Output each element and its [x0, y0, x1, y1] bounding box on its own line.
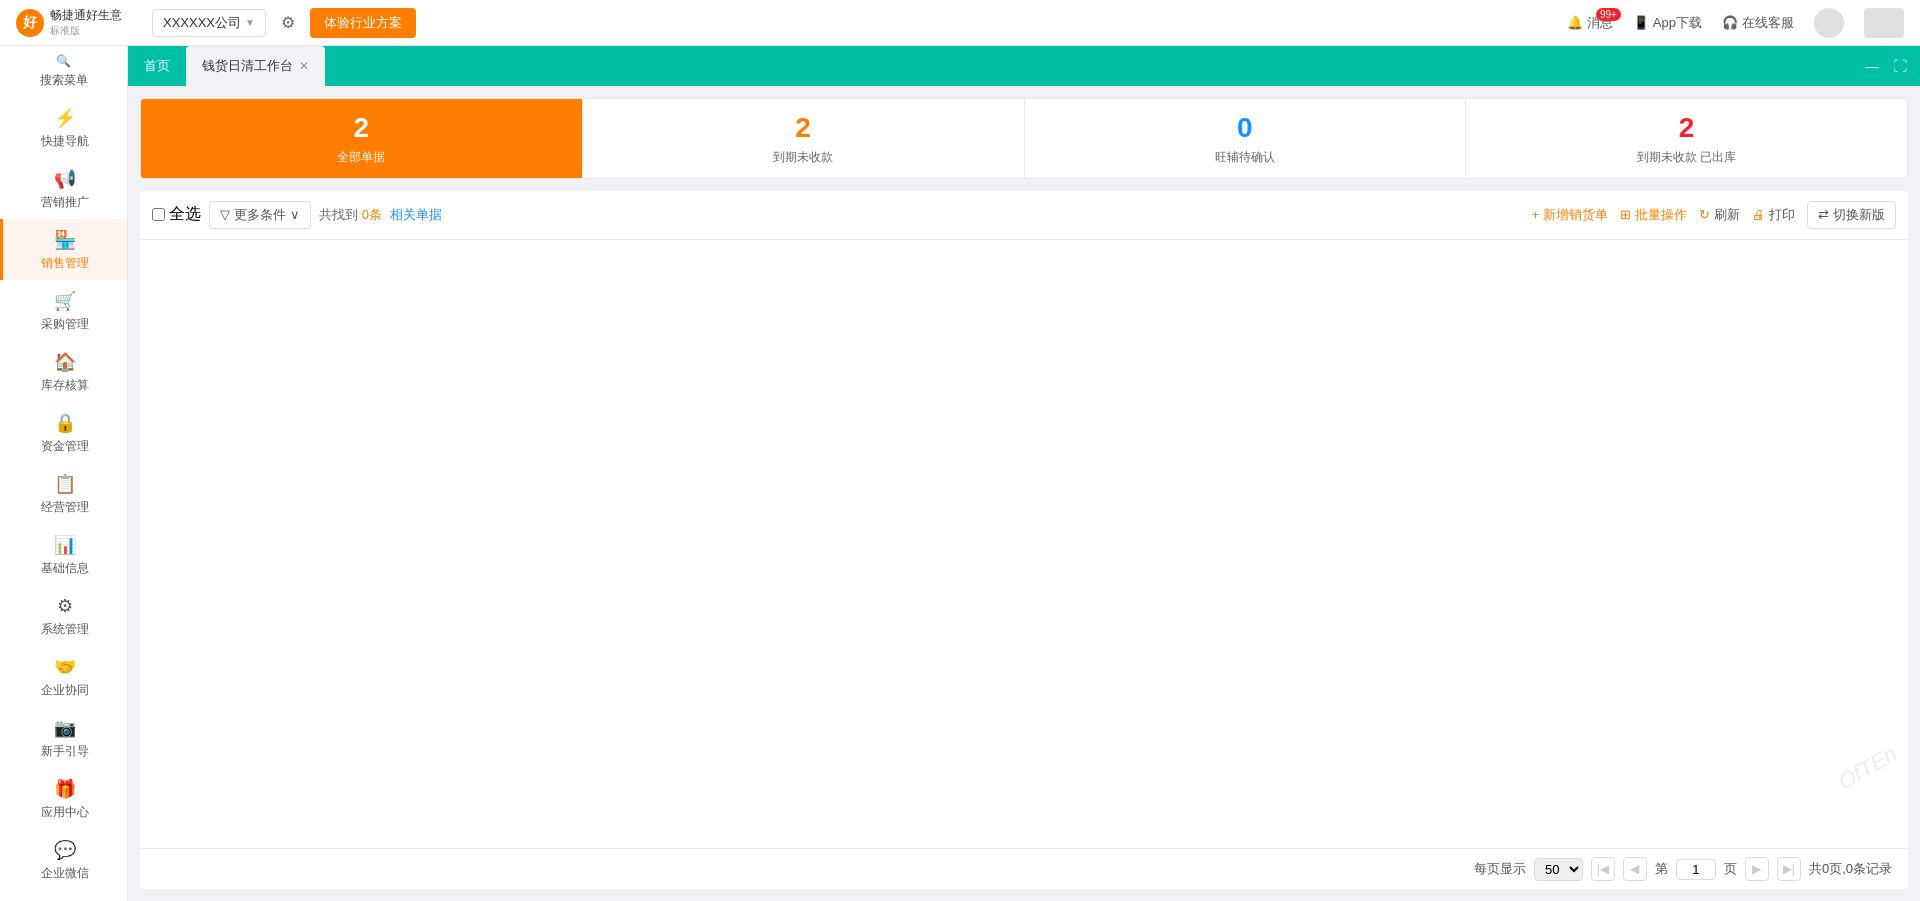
- logo-text: 畅捷通好生意 标准版: [50, 8, 122, 37]
- lock-icon: 🔒: [54, 412, 76, 434]
- flash-icon: ⚡: [54, 107, 76, 129]
- more-conditions-button[interactable]: ▽ 更多条件 ∨: [209, 201, 311, 229]
- logo-icon: 好: [16, 9, 44, 37]
- select-all-label[interactable]: 全选: [152, 204, 201, 225]
- content-area: 首页 钱货日清工作台 ✕ — ⛶ 2 全部单据 2 到期未收款: [128, 46, 1920, 901]
- sidebar-item-system[interactable]: ⚙ 系统管理: [0, 585, 127, 646]
- sidebar-item-app-center[interactable]: 🎁 应用中心: [0, 768, 127, 829]
- print-button[interactable]: 🖨 打印: [1752, 206, 1795, 224]
- sidebar-item-tutorial[interactable]: 📷 新手引导: [0, 707, 127, 768]
- settings-icon[interactable]: ⚙: [274, 9, 302, 37]
- page-size-select[interactable]: 50: [1534, 858, 1583, 881]
- stat-card-overdue[interactable]: 2 到期未收款: [583, 99, 1025, 178]
- sidebar-item-sales[interactable]: 🏪 销售管理: [0, 219, 127, 280]
- sidebar-item-purchase[interactable]: 🛒 采购管理: [0, 280, 127, 341]
- page-number-input[interactable]: 1: [1676, 859, 1716, 880]
- megaphone-icon: 📢: [54, 168, 76, 190]
- tab-close-icon[interactable]: ✕: [299, 59, 309, 73]
- table-area: [140, 240, 1908, 848]
- sidebar-item-base-info[interactable]: 📊 基础信息: [0, 524, 127, 585]
- table-icon: 📊: [54, 534, 76, 556]
- sidebar: 🔍 搜索菜单 ⚡ 快捷导航 📢 营销推广 🏪 销售管理 🛒 采购管理 🏠 库存核…: [0, 46, 128, 901]
- guide-icon: 📷: [54, 717, 76, 739]
- messages-button[interactable]: 🔔 消息 99+: [1567, 14, 1613, 32]
- handshake-icon: 🤝: [54, 656, 76, 678]
- tab-maximize-icon[interactable]: ⛶: [1888, 54, 1912, 78]
- avatar[interactable]: [1814, 8, 1844, 38]
- tab-home[interactable]: 首页: [128, 46, 186, 86]
- toolbar: 全选 ▽ 更多条件 ∨ 共找到 0条 相关单据 + 新增销货单: [140, 191, 1908, 240]
- house-icon: 🏠: [54, 351, 76, 373]
- app-download-button[interactable]: 📱 App下载: [1633, 14, 1702, 32]
- tab-bar: 首页 钱货日清工作台 ✕ — ⛶: [128, 46, 1920, 86]
- print-icon: 🖨: [1752, 207, 1765, 222]
- cart-icon: 🛒: [54, 290, 76, 312]
- chevron-down-icon: ∨: [290, 207, 300, 222]
- download-icon: 📱: [1633, 15, 1649, 30]
- clipboard-icon: 📋: [54, 473, 76, 495]
- sidebar-item-inventory[interactable]: 🏠 库存核算: [0, 341, 127, 402]
- shop-icon: 🏪: [54, 229, 76, 251]
- sidebar-item-wechat-work[interactable]: 💬 企业微信: [0, 829, 127, 890]
- tab-minimize-icon[interactable]: —: [1860, 54, 1884, 78]
- found-text: 共找到 0条: [319, 206, 382, 224]
- sidebar-item-finance[interactable]: 🔒 资金管理: [0, 402, 127, 463]
- sidebar-item-operations[interactable]: 📋 经营管理: [0, 463, 127, 524]
- header-right: 🔔 消息 99+ 📱 App下载 🎧 在线客服: [1567, 8, 1904, 38]
- table-container: 全选 ▽ 更多条件 ∨ 共找到 0条 相关单据 + 新增销货单: [140, 191, 1908, 889]
- sidebar-item-member[interactable]: 🔻 畅会员: [0, 890, 127, 901]
- company-selector[interactable]: XXXXXX公司 ▼: [152, 9, 266, 37]
- experience-button[interactable]: 体验行业方案: [310, 8, 416, 38]
- gear-icon: ⚙: [57, 595, 73, 617]
- batch-icon: ⊞: [1620, 207, 1631, 222]
- sidebar-item-marketing[interactable]: 📢 营销推广: [0, 158, 127, 219]
- user-name-area[interactable]: [1864, 8, 1904, 38]
- gift-icon: 🎁: [54, 778, 76, 800]
- tab-bar-actions: — ⛶: [1860, 54, 1920, 78]
- prev-page-button[interactable]: ◀: [1623, 857, 1647, 881]
- switch-new-button[interactable]: ⇄ 切换新版: [1807, 201, 1896, 229]
- refresh-button[interactable]: ↻ 刷新: [1699, 206, 1740, 224]
- chat-icon: 💬: [54, 839, 76, 861]
- pagination-bar: 每页显示 50 |◀ ◀ 第 1 页 ▶ ▶| 共0页,0条记录: [140, 848, 1908, 889]
- stats-row: 2 全部单据 2 到期未收款 0 旺辅待确认 2 到期未收款 已出库: [140, 98, 1908, 179]
- first-page-button[interactable]: |◀: [1591, 857, 1615, 881]
- new-sales-button[interactable]: + 新增销货单: [1532, 206, 1608, 224]
- related-orders-link[interactable]: 相关单据: [390, 206, 442, 224]
- page-content: 2 全部单据 2 到期未收款 0 旺辅待确认 2 到期未收款 已出库: [128, 86, 1920, 901]
- sidebar-item-enterprise-collab[interactable]: 🤝 企业协同: [0, 646, 127, 707]
- last-page-button[interactable]: ▶|: [1777, 857, 1801, 881]
- select-all-checkbox[interactable]: [152, 208, 165, 221]
- filter-icon: ▽: [220, 207, 230, 222]
- headset-icon: 🎧: [1722, 15, 1738, 30]
- tab-work-bench[interactable]: 钱货日清工作台 ✕: [186, 46, 325, 86]
- main-layout: 🔍 搜索菜单 ⚡ 快捷导航 📢 营销推广 🏪 销售管理 🛒 采购管理 🏠 库存核…: [0, 46, 1920, 901]
- refresh-icon: ↻: [1699, 207, 1710, 222]
- search-icon: 🔍: [56, 54, 71, 68]
- stat-card-all[interactable]: 2 全部单据: [141, 99, 583, 178]
- batch-ops-button[interactable]: ⊞ 批量操作: [1620, 206, 1687, 224]
- stat-card-wangfu[interactable]: 0 旺辅待确认: [1025, 99, 1467, 178]
- stat-card-overdue-shipped[interactable]: 2 到期未收款 已出库: [1466, 99, 1907, 178]
- logo-area: 好 畅捷通好生意 标准版: [16, 8, 144, 37]
- toolbar-right: + 新增销货单 ⊞ 批量操作 ↻ 刷新 🖨 打印: [1532, 201, 1896, 229]
- online-service-button[interactable]: 🎧 在线客服: [1722, 14, 1794, 32]
- switch-icon: ⇄: [1818, 207, 1829, 222]
- sidebar-search[interactable]: 🔍 搜索菜单: [0, 46, 127, 97]
- sidebar-item-quick-nav[interactable]: ⚡ 快捷导航: [0, 97, 127, 158]
- bell-icon: 🔔: [1567, 15, 1583, 30]
- top-header: 好 畅捷通好生意 标准版 XXXXXX公司 ▼ ⚙ 体验行业方案 🔔 消息 99…: [0, 0, 1920, 46]
- chevron-down-icon: ▼: [245, 17, 255, 28]
- next-page-button[interactable]: ▶: [1745, 857, 1769, 881]
